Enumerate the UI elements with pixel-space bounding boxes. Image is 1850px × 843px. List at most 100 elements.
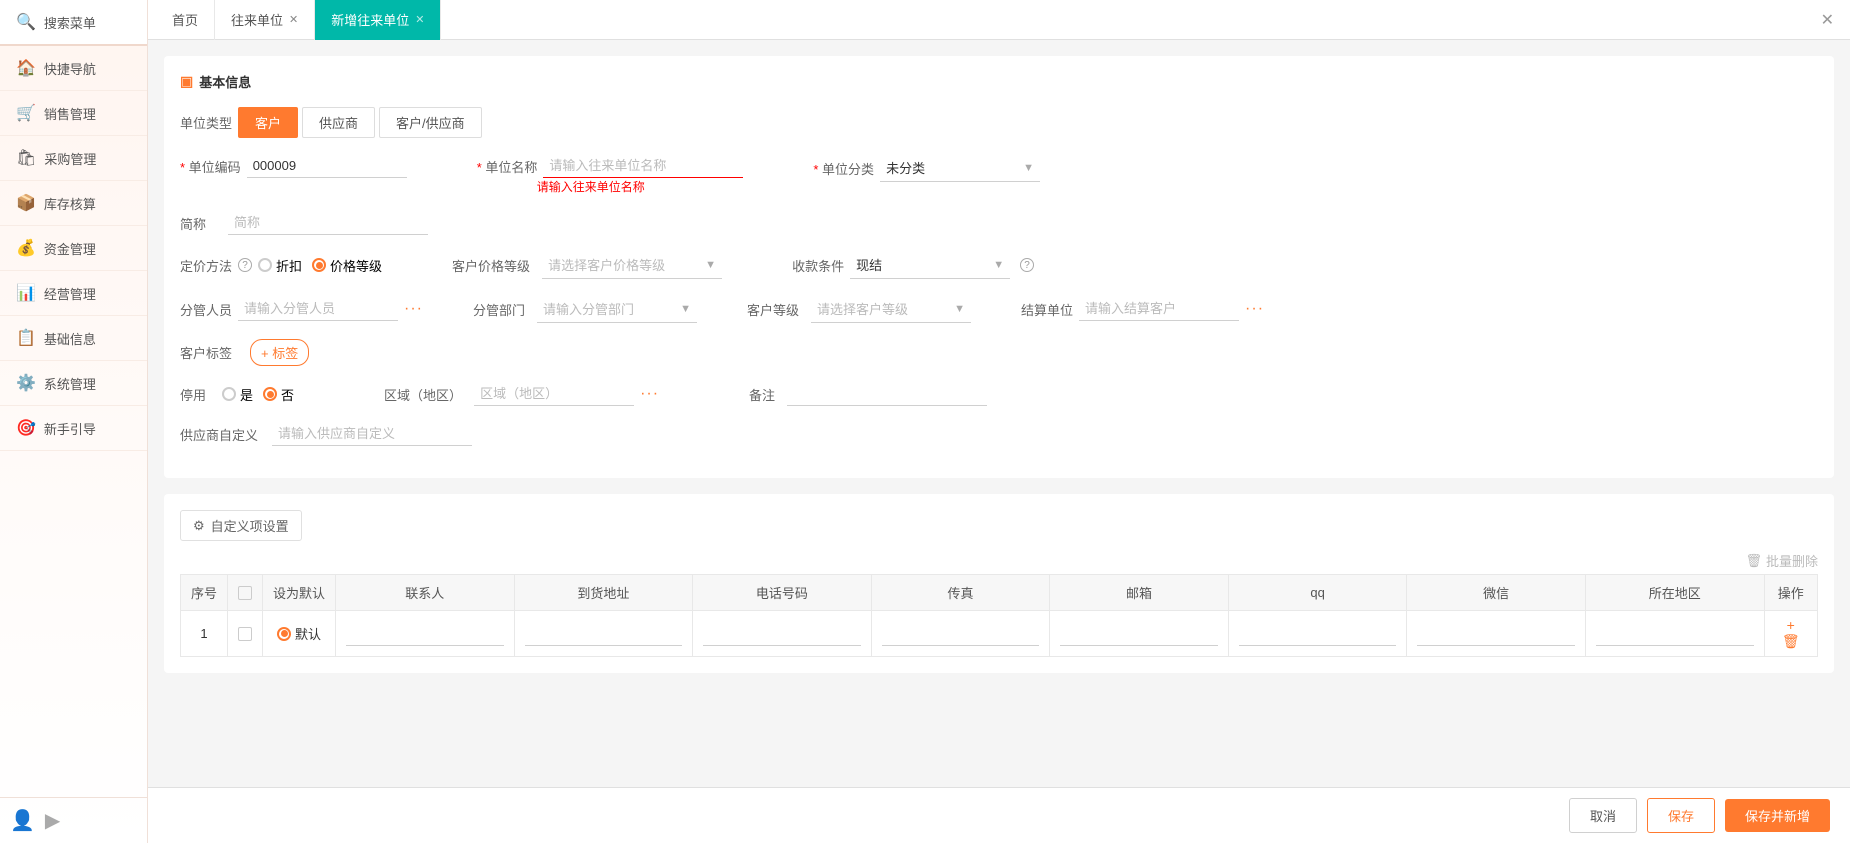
close-new-partner-tab[interactable]: ✕: [415, 13, 424, 26]
tab-new-partner[interactable]: 新增往来单位 ✕: [315, 0, 441, 40]
row-phone-input[interactable]: [703, 622, 861, 646]
search-icon: 🔍: [16, 12, 36, 32]
customer-price-level-select[interactable]: 请选择客户价格等级 ▼: [542, 251, 722, 279]
disabled-no-radio[interactable]: 否: [263, 385, 294, 404]
row-seq: 1: [181, 611, 228, 657]
department-select[interactable]: 请输入分管部门 ▼: [537, 295, 697, 323]
unit-name-input[interactable]: [543, 154, 743, 178]
remark-label: 备注: [749, 385, 775, 404]
pricing-method-label: 定价方法: [180, 256, 232, 275]
manager-more-btn[interactable]: ···: [404, 300, 423, 318]
close-all-tabs[interactable]: ✕: [1813, 10, 1842, 30]
payment-help-icon[interactable]: ?: [1020, 258, 1034, 272]
short-name-input[interactable]: [228, 211, 428, 235]
settlement-more-btn[interactable]: ···: [1245, 300, 1264, 318]
unit-type-both-btn[interactable]: 客户/供应商: [379, 107, 482, 138]
unit-category-select[interactable]: 未分类 ▼: [880, 154, 1040, 182]
region-input[interactable]: [474, 382, 634, 406]
batch-delete-area[interactable]: 🗑 批量删除: [180, 551, 1818, 570]
disabled-yes-circle: [222, 387, 236, 401]
row-address-input[interactable]: [525, 622, 683, 646]
pricing-help-icon[interactable]: ?: [238, 258, 252, 272]
col-action: 操作: [1764, 575, 1817, 611]
row-action-cell: + 🗑: [1764, 611, 1817, 657]
sidebar-item-search[interactable]: 🔍 搜索菜单: [0, 0, 147, 46]
row-default-radio[interactable]: 默认: [273, 624, 325, 643]
payment-terms-select[interactable]: 现结 ▼: [850, 251, 1010, 279]
sidebar-item-sales[interactable]: 🛒 销售管理: [0, 91, 147, 136]
row-contact-input[interactable]: [346, 622, 504, 646]
row-contact-cell[interactable]: [336, 611, 515, 657]
settlement-unit-label: 结算单位: [1021, 300, 1073, 319]
region-more-btn[interactable]: ···: [640, 385, 659, 403]
sidebar-item-guide[interactable]: 🎯 新手引导: [0, 406, 147, 451]
sidebar-item-quick-nav[interactable]: 🏠 快捷导航: [0, 46, 147, 91]
row-weixin-cell[interactable]: [1407, 611, 1586, 657]
unit-type-supplier-btn[interactable]: 供应商: [302, 107, 375, 138]
sidebar-user-icon[interactable]: 👤: [10, 808, 35, 833]
col-phone: 电话号码: [693, 575, 872, 611]
row-weixin-input[interactable]: [1417, 622, 1575, 646]
remark-field: 备注: [749, 382, 987, 406]
unit-type-customer-btn[interactable]: 客户: [238, 107, 298, 138]
row-add-btn[interactable]: +: [1787, 617, 1795, 633]
purchase-icon: 🛍: [16, 148, 36, 168]
row-checkbox[interactable]: [238, 627, 252, 641]
pricing-row: 定价方法 ? 折扣 价格等级 客户价格等级: [180, 251, 1818, 279]
tab-home[interactable]: 首页: [156, 0, 215, 40]
row-checkbox-cell[interactable]: [228, 611, 263, 657]
contact-table-section: ⚙ 自定义项设置 🗑 批量删除 序号 设为默认 联系人 到货地址 电话号码: [164, 494, 1834, 673]
sidebar-item-basic[interactable]: 📋 基础信息: [0, 316, 147, 361]
unit-name-field: 单位名称: [477, 154, 744, 178]
pricing-discount-radio[interactable]: 折扣: [258, 256, 302, 275]
row-qq-cell[interactable]: [1228, 611, 1407, 657]
row-delete-btn[interactable]: 🗑: [1782, 633, 1800, 649]
sidebar-expand-icon[interactable]: ▶: [45, 808, 60, 833]
disabled-field: 停用 是 否: [180, 385, 294, 404]
row-phone-cell[interactable]: [693, 611, 872, 657]
col-contact: 联系人: [336, 575, 515, 611]
col-qq: qq: [1228, 575, 1407, 611]
pricing-radio-group: 折扣 价格等级: [258, 256, 382, 275]
manager-input[interactable]: [238, 297, 398, 321]
region-label: 区域（地区）: [384, 385, 462, 404]
contact-table: 序号 设为默认 联系人 到货地址 电话号码 传真 邮箱 qq 微信 所在地区 操…: [180, 574, 1818, 657]
row-fax-cell[interactable]: [871, 611, 1050, 657]
tab-partners[interactable]: 往来单位 ✕: [215, 0, 315, 40]
row-address-cell[interactable]: [514, 611, 693, 657]
unit-name-error: 请输入往来单位名称: [537, 178, 645, 195]
customer-price-level-label: 客户价格等级: [452, 256, 530, 275]
row-region-input[interactable]: [1596, 622, 1754, 646]
add-tag-button[interactable]: + 标签: [250, 339, 309, 366]
supplier-custom-label: 供应商自定义: [180, 425, 258, 444]
row-region-cell[interactable]: [1585, 611, 1764, 657]
cancel-button[interactable]: 取消: [1569, 798, 1637, 833]
sidebar-item-finance[interactable]: 💰 资金管理: [0, 226, 147, 271]
pricing-level-radio[interactable]: 价格等级: [312, 256, 382, 275]
close-partners-tab[interactable]: ✕: [289, 13, 298, 26]
unit-name-field-group: 单位名称 请输入往来单位名称: [477, 154, 744, 195]
remark-input[interactable]: [787, 382, 987, 406]
select-all-checkbox[interactable]: [238, 586, 252, 600]
custom-settings-button[interactable]: ⚙ 自定义项设置: [180, 510, 302, 541]
unit-code-input[interactable]: [247, 154, 407, 178]
sidebar-item-inventory[interactable]: 📦 库存核算: [0, 181, 147, 226]
row-email-input[interactable]: [1060, 622, 1218, 646]
sidebar-item-operations[interactable]: 📊 经营管理: [0, 271, 147, 316]
unit-type-buttons: 客户 供应商 客户/供应商: [238, 107, 482, 138]
customer-level-label: 客户等级: [747, 300, 799, 319]
unit-type-label: 单位类型: [180, 113, 232, 132]
supplier-custom-input[interactable]: [272, 422, 472, 446]
save-new-button[interactable]: 保存并新增: [1725, 799, 1830, 832]
sidebar-item-system[interactable]: ⚙️ 系统管理: [0, 361, 147, 406]
disabled-yes-radio[interactable]: 是: [222, 385, 253, 404]
settlement-unit-input[interactable]: [1079, 297, 1239, 321]
row-fax-input[interactable]: [882, 622, 1040, 646]
save-button[interactable]: 保存: [1647, 798, 1715, 833]
row-qq-input[interactable]: [1239, 622, 1397, 646]
sidebar-item-purchase[interactable]: 🛍 采购管理: [0, 136, 147, 181]
unit-code-label: 单位编码: [180, 157, 241, 176]
customer-level-select[interactable]: 请选择客户等级 ▼: [811, 295, 971, 323]
row-email-cell[interactable]: [1050, 611, 1229, 657]
unit-type-row: 单位类型 客户 供应商 客户/供应商: [180, 107, 1818, 138]
